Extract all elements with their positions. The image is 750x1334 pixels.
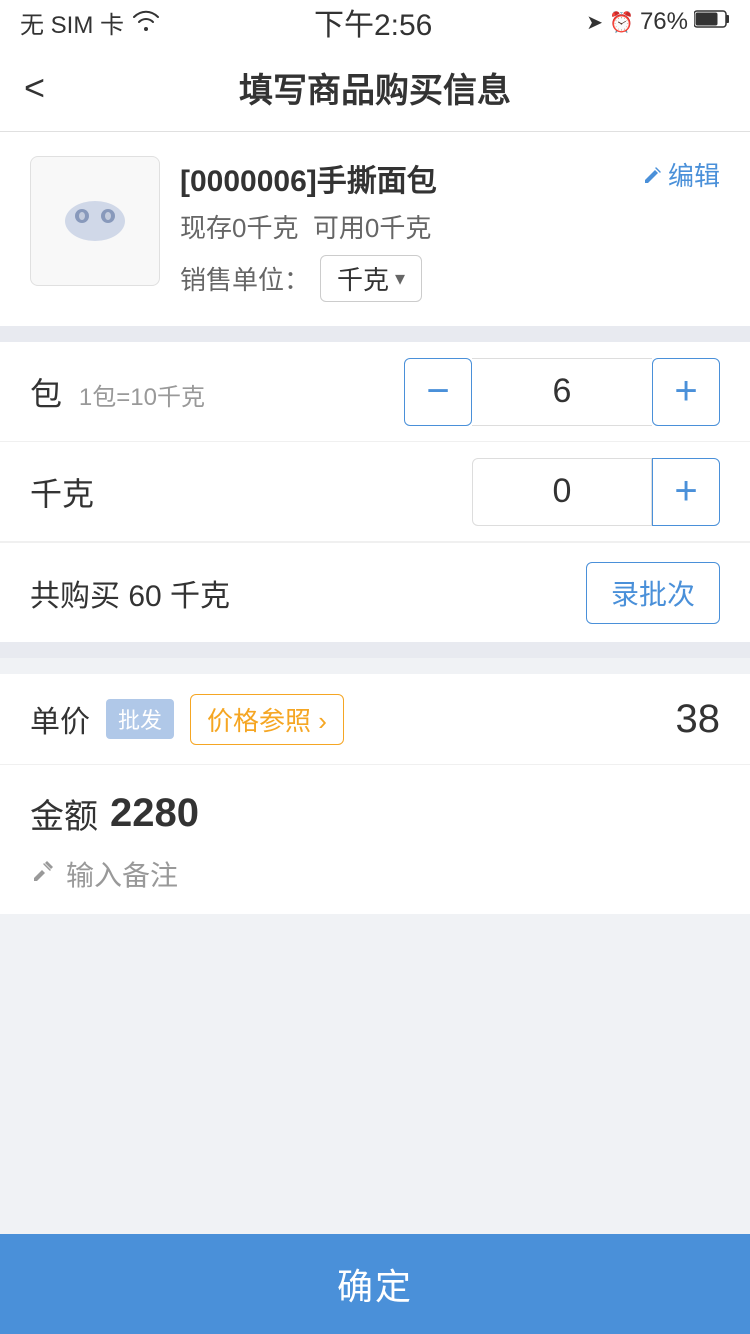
no-sim-text: 无 SIM 卡 [20,5,124,40]
total-text: 共购买 60 千克 [30,571,230,615]
amount-value: 2280 [110,791,199,836]
wifi-icon [132,7,160,38]
kilogram-row: 千克 + [0,442,750,542]
remark-row[interactable]: 输入备注 [30,854,720,894]
dropdown-icon: ▾ [395,266,405,291]
unit-value: 千克 [337,260,389,297]
kilogram-label: 千克 [30,469,472,515]
edit-label: 编辑 [668,156,720,193]
package-label: 包 1包=10千克 [30,369,404,415]
unit-label: 销售单位： [180,260,310,297]
pencil-icon [30,858,56,891]
alarm-icon: ⏰ [609,10,634,35]
package-row: 包 1包=10千克 − + [0,342,750,442]
kilogram-input[interactable] [472,458,652,526]
battery-icon [694,8,730,36]
package-decrement-btn[interactable]: − [404,358,472,426]
price-value: 38 [676,697,721,742]
price-ref-button[interactable]: 价格参照 › [190,694,344,745]
divider-1 [0,326,750,342]
package-increment-btn[interactable]: + [652,358,720,426]
unit-select[interactable]: 千克 ▾ [320,255,422,302]
product-card: [0000006]手撕面包 编辑 现存0千克 可用0千克 销售单位： 千克 ▾ [0,132,750,326]
kilogram-increment-btn[interactable]: + [652,458,720,526]
product-name: [0000006]手撕面包 [180,156,437,200]
status-time: 下午2:56 [314,0,432,44]
page-title: 填写商品购买信息 [239,63,511,112]
status-left: 无 SIM 卡 [20,5,160,40]
price-row: 单价 批发 价格参照 › 38 [0,674,750,764]
total-row: 共购买 60 千克 录批次 [0,542,750,642]
amount-section: 金额 2280 输入备注 [0,764,750,914]
product-stock: 现存0千克 可用0千克 [180,208,720,245]
price-label: 单价 [30,697,90,741]
battery-text: 76% [640,8,688,36]
status-right: ➤ ⏰ 76% [586,8,730,36]
back-button[interactable]: < [24,67,45,109]
nav-bar: < 填写商品购买信息 [0,44,750,132]
input-section: 包 1包=10千克 − + 千克 + 共购买 60 千克 录批次 [0,342,750,642]
confirm-button[interactable]: 确定 [0,1234,750,1334]
status-bar: 无 SIM 卡 下午2:56 ➤ ⏰ 76% [0,0,750,44]
package-sublabel: 1包=10千克 [79,384,205,411]
kilogram-stepper: + [472,458,720,526]
batch-button[interactable]: 录批次 [586,562,720,624]
product-image [30,156,160,286]
remark-label: 输入备注 [66,854,178,894]
product-unit-row: 销售单位： 千克 ▾ [180,255,720,302]
location-icon: ➤ [586,10,603,35]
price-badge: 批发 [106,699,174,739]
amount-label: 金额 [30,789,98,838]
amount-row: 金额 2280 [30,789,720,838]
edit-button[interactable]: 编辑 [642,156,720,193]
product-info: [0000006]手撕面包 编辑 现存0千克 可用0千克 销售单位： 千克 ▾ [180,156,720,302]
empty-area [0,914,750,1234]
package-input[interactable] [472,358,652,426]
price-section: 单价 批发 价格参照 › 38 金额 2280 输入备注 [0,674,750,914]
package-stepper: − + [404,358,720,426]
divider-2 [0,642,750,658]
